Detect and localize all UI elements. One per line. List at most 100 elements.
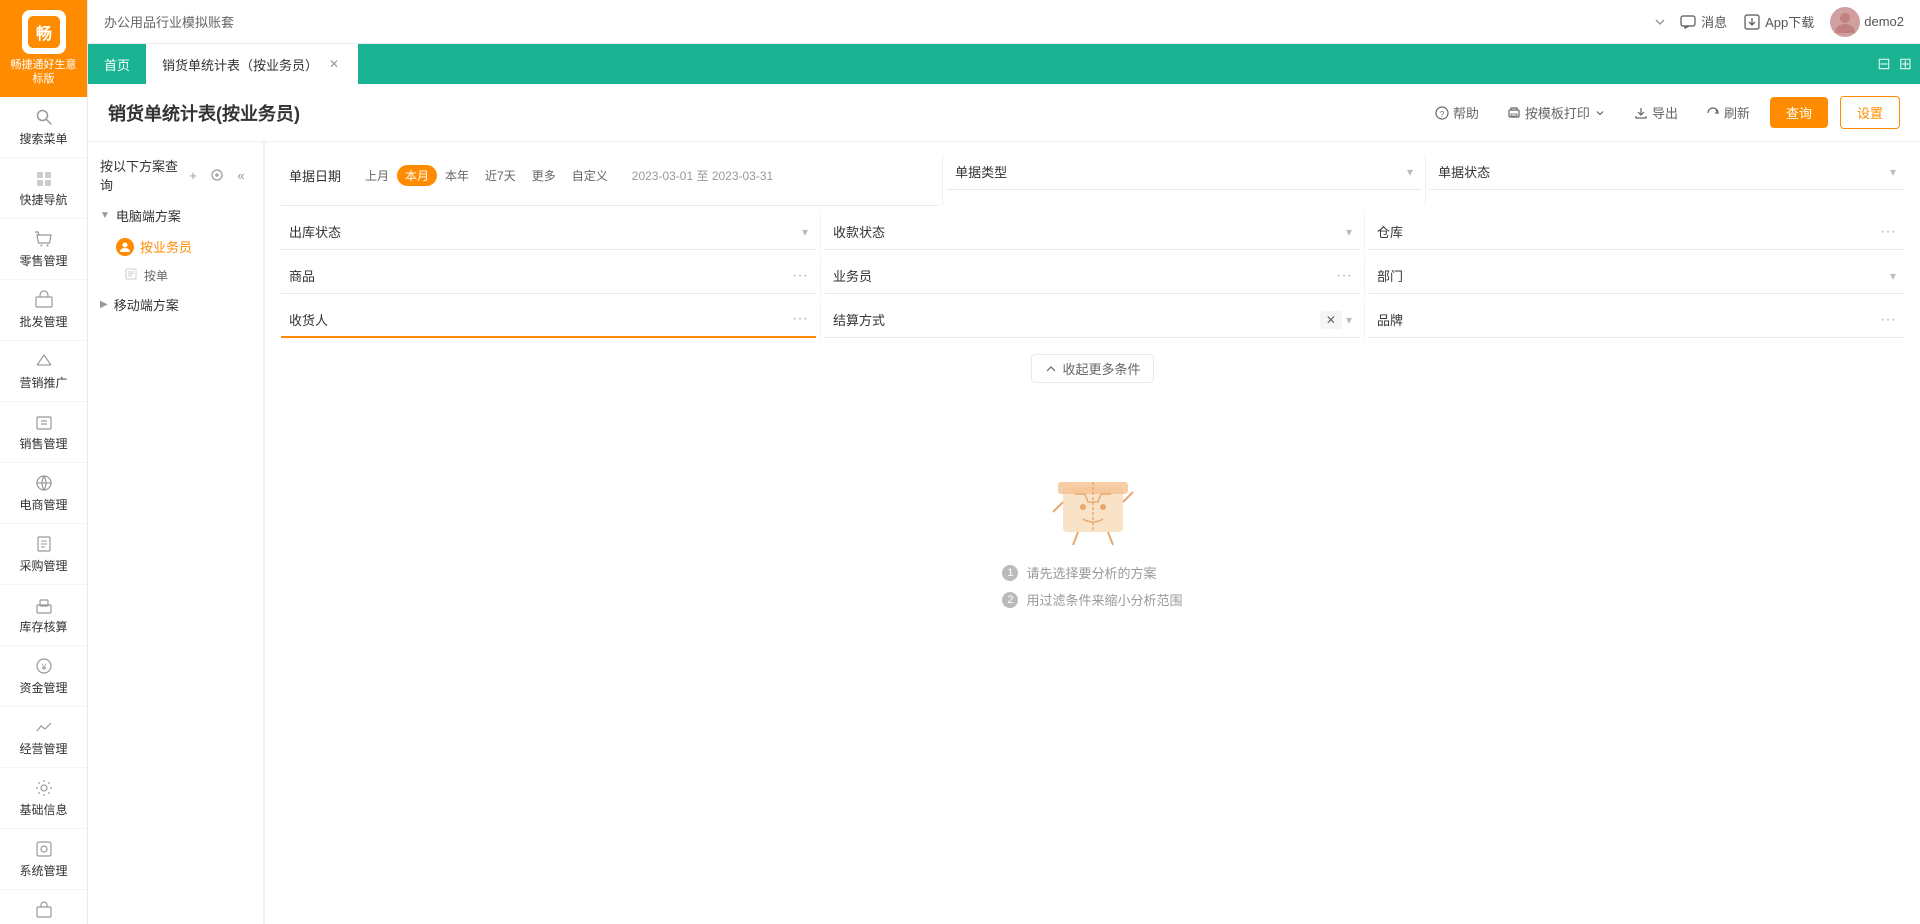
date-tab-lastmonth[interactable]: 上月 bbox=[357, 165, 397, 186]
date-tab-more[interactable]: 更多 bbox=[524, 165, 564, 186]
scheme-item-salesperson[interactable]: 按业务员 bbox=[88, 231, 263, 262]
warehouse-label: 仓库 bbox=[1377, 222, 1437, 241]
scheme-group-pc-title[interactable]: ▼ 电脑端方案 bbox=[88, 200, 263, 231]
col-divider-7 bbox=[820, 302, 821, 338]
sidebar-item-system[interactable]: 系统管理 bbox=[0, 829, 87, 890]
settlement-dropdown-icon[interactable]: ▾ bbox=[1346, 313, 1352, 327]
col-divider-2 bbox=[1425, 154, 1426, 206]
hint1-text: 请先选择要分析的方案 bbox=[1026, 563, 1156, 582]
scheme-panel: 按以下方案查询 + « bbox=[88, 142, 264, 924]
date-tab-7days[interactable]: 近7天 bbox=[477, 165, 524, 186]
refresh-button[interactable]: 刷新 bbox=[1698, 99, 1758, 126]
sidebar-ecom-label: 电商管理 bbox=[19, 496, 67, 513]
collapse-button[interactable]: 收起更多条件 bbox=[1031, 354, 1153, 383]
out-status-label: 出库状态 bbox=[289, 222, 349, 241]
settlement-clear-tag[interactable]: ✕ bbox=[1320, 311, 1342, 329]
sidebar-item-basic[interactable]: 基础信息 bbox=[0, 768, 87, 829]
sidebar-item-quicknav[interactable]: 快捷导航 bbox=[0, 158, 87, 219]
brand-dots-icon: ··· bbox=[1880, 311, 1896, 329]
sidebar-sales-label: 销售管理 bbox=[19, 435, 67, 452]
sidebar-item-corp[interactable]: 企业协同 bbox=[0, 890, 87, 924]
template-print-label: 按模板打印 bbox=[1525, 103, 1590, 122]
sidebar-item-marketing[interactable]: 营销推广 bbox=[0, 341, 87, 402]
hint2-text: 用过滤条件来缩小分析范围 bbox=[1026, 590, 1182, 609]
filter-salesperson[interactable]: 业务员 ··· bbox=[825, 258, 1360, 294]
page-header: 销货单统计表(按业务员) ? 帮助 按模板打印 导出 bbox=[88, 84, 1920, 142]
sidebar-item-retail[interactable]: 零售管理 bbox=[0, 219, 87, 280]
help-button[interactable]: ? 帮助 bbox=[1427, 99, 1487, 126]
filter-collection-status[interactable]: 收款状态 ▾ bbox=[825, 214, 1360, 250]
col-divider-8 bbox=[1364, 302, 1365, 338]
user-avatar bbox=[1830, 7, 1860, 37]
receiver-label: 收货人 bbox=[289, 310, 349, 329]
query-label: 查询 bbox=[1786, 103, 1812, 122]
goods-label: 商品 bbox=[289, 266, 349, 285]
sidebar-item-sales[interactable]: 销售管理 bbox=[0, 402, 87, 463]
template-print-button[interactable]: 按模板打印 bbox=[1499, 99, 1614, 126]
sidebar-search-label: 搜索菜单 bbox=[19, 130, 67, 147]
sidebar-item-ecom[interactable]: 电商管理 bbox=[0, 463, 87, 524]
sidebar: 畅 畅捷通好生意 标版 搜索菜单 快捷导航 零售管理 批发管理 营销推广 销售管… bbox=[0, 0, 88, 924]
bill-type-label: 单据类型 bbox=[955, 162, 1015, 181]
filter-receiver[interactable]: 收货人 ··· bbox=[281, 302, 816, 338]
filter-row-1: 单据日期 上月 本月 本年 近7天 更多 自定义 2023-03-01 至 20… bbox=[281, 154, 1904, 206]
logo-icon: 畅 bbox=[22, 10, 66, 54]
date-tab-thismonth[interactable]: 本月 bbox=[397, 165, 437, 186]
filter-bill-status: 单据状态 ▾ bbox=[1430, 154, 1904, 190]
svg-text:¥: ¥ bbox=[40, 662, 47, 672]
collection-status-label: 收款状态 bbox=[833, 222, 893, 241]
query-button[interactable]: 查询 bbox=[1770, 97, 1828, 128]
topbar-dropdown[interactable] bbox=[1653, 15, 1667, 29]
tab-sales-stat-label: 销货单统计表（按业务员） bbox=[162, 55, 318, 74]
sidebar-item-inventory[interactable]: 库存核算 bbox=[0, 585, 87, 646]
filter-department[interactable]: 部门 ▾ bbox=[1369, 258, 1904, 294]
salesperson-icon bbox=[116, 238, 134, 256]
col-divider-4 bbox=[1364, 214, 1365, 250]
sidebar-item-purchase[interactable]: 采购管理 bbox=[0, 524, 87, 585]
topbar-message[interactable]: 消息 bbox=[1679, 12, 1727, 31]
date-range: 2023-03-01 至 2023-03-31 bbox=[632, 167, 773, 184]
svg-text:畅: 畅 bbox=[35, 24, 51, 43]
salesperson-filter-label: 业务员 bbox=[833, 266, 893, 285]
scheme-collapse-icon[interactable]: « bbox=[231, 165, 251, 185]
export-button[interactable]: 导出 bbox=[1626, 99, 1686, 126]
scheme-subitem-byorder[interactable]: 按单 bbox=[88, 262, 263, 289]
date-tab-custom[interactable]: 自定义 bbox=[564, 165, 616, 186]
sidebar-item-finance[interactable]: ¥ 资金管理 bbox=[0, 646, 87, 707]
scheme-add-icon[interactable]: + bbox=[183, 165, 203, 185]
filter-out-status[interactable]: 出库状态 ▾ bbox=[281, 214, 816, 250]
settings-button[interactable]: 设置 bbox=[1840, 96, 1900, 129]
sidebar-logo[interactable]: 畅 畅捷通好生意 标版 bbox=[0, 0, 87, 97]
empty-icon bbox=[1033, 447, 1153, 547]
warehouse-dots-icon: ··· bbox=[1880, 223, 1896, 241]
filter-brand[interactable]: 品牌 ··· bbox=[1369, 302, 1904, 338]
scheme-edit-icon[interactable] bbox=[207, 165, 227, 185]
filter-warehouse[interactable]: 仓库 ··· bbox=[1369, 214, 1904, 250]
sidebar-inventory-label: 库存核算 bbox=[19, 618, 67, 635]
date-tabs: 上月 本月 本年 近7天 更多 自定义 bbox=[357, 165, 616, 186]
sidebar-item-operation[interactable]: 经营管理 bbox=[0, 707, 87, 768]
mobile-group-arrow-icon: ▶ bbox=[100, 299, 108, 310]
tab-minimize-button[interactable]: ⊟ bbox=[1877, 54, 1890, 74]
sidebar-item-wholesale[interactable]: 批发管理 bbox=[0, 280, 87, 341]
topbar-download[interactable]: App下载 bbox=[1743, 12, 1814, 31]
sidebar-item-search[interactable]: 搜索菜单 bbox=[0, 97, 87, 158]
sidebar-wholesale-label: 批发管理 bbox=[19, 313, 67, 330]
date-tab-thisyear[interactable]: 本年 bbox=[437, 165, 477, 186]
tab-home[interactable]: 首页 bbox=[88, 44, 146, 84]
filter-goods[interactable]: 商品 ··· bbox=[281, 258, 816, 294]
help-label: 帮助 bbox=[1453, 103, 1479, 122]
tab-sales-stat[interactable]: 销货单统计表（按业务员） ✕ bbox=[146, 44, 358, 84]
content-body: 按以下方案查询 + « bbox=[88, 142, 1920, 924]
sidebar-basic-label: 基础信息 bbox=[19, 801, 67, 818]
bill-type-dropdown-icon: ▾ bbox=[1407, 165, 1413, 179]
tab-maximize-button[interactable]: ⊞ bbox=[1899, 54, 1912, 74]
scheme-group-mobile-title[interactable]: ▶ 移动端方案 bbox=[88, 289, 263, 320]
scheme-panel-header: 按以下方案查询 + « bbox=[88, 150, 263, 200]
tabbar: 首页 销货单统计表（按业务员） ✕ ⊟ ⊞ bbox=[88, 44, 1920, 84]
page: 销货单统计表(按业务员) ? 帮助 按模板打印 导出 bbox=[88, 84, 1920, 924]
topbar-user[interactable]: demo2 bbox=[1830, 7, 1904, 37]
sidebar-quicknav-label: 快捷导航 bbox=[19, 191, 67, 208]
tab-close-icon[interactable]: ✕ bbox=[326, 56, 342, 72]
refresh-label: 刷新 bbox=[1724, 103, 1750, 122]
